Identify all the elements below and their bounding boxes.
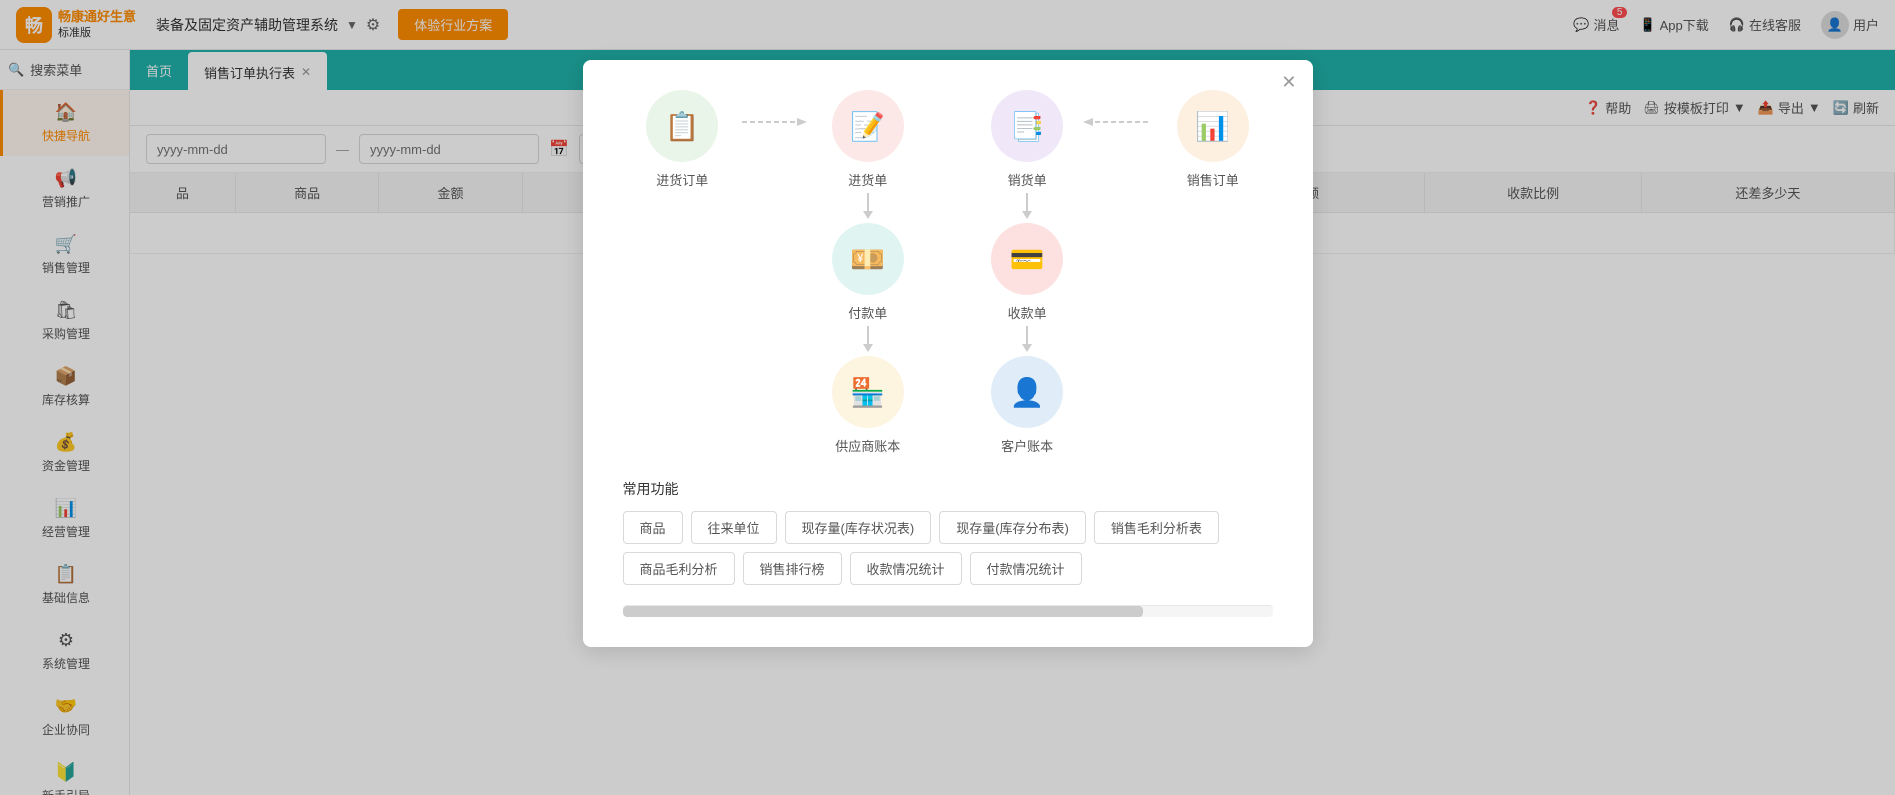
cf-btn-receipt-stats[interactable]: 收款情况统计 bbox=[850, 552, 962, 585]
cf-btn-partner[interactable]: 往来单位 bbox=[691, 511, 777, 544]
cf-title: 常用功能 bbox=[623, 479, 1273, 499]
dashed-arrow-0-1 bbox=[742, 112, 812, 132]
arrow-h-0-1 bbox=[742, 112, 812, 132]
collection-node[interactable]: 💳 bbox=[991, 223, 1063, 295]
cf-btn-product-profit[interactable]: 商品毛利分析 bbox=[623, 552, 735, 585]
purchase-bill-node[interactable]: 📝 bbox=[832, 90, 904, 162]
flow-diagram: 📋 进货订单 bbox=[623, 90, 1273, 455]
flow-col-3: 📊 销售订单 bbox=[1153, 90, 1273, 189]
supplier-ledger-icon: 🏪 bbox=[850, 376, 885, 409]
sales-order-node[interactable]: 📊 bbox=[1177, 90, 1249, 162]
cf-btn-stock-status[interactable]: 现存量(库存状况表) bbox=[785, 511, 932, 544]
payment-label: 付款单 bbox=[848, 303, 887, 322]
modal-scrollbar[interactable] bbox=[623, 605, 1273, 617]
modal-overlay[interactable]: ✕ 📋 进货订单 bbox=[0, 0, 1895, 795]
arrow-v-2b bbox=[1022, 326, 1032, 352]
quick-nav-modal: ✕ 📋 进货订单 bbox=[583, 60, 1313, 647]
arrow-v-2 bbox=[1022, 193, 1032, 219]
common-functions: 常用功能 商品 往来单位 现存量(库存状况表) 现存量(库存分布表) 销售毛利分… bbox=[623, 479, 1273, 585]
sales-bill-label: 销货单 bbox=[1008, 170, 1047, 189]
purchase-order-icon: 📋 bbox=[665, 110, 700, 143]
flow-col-2: 📑 销货单 💳 收款单 bbox=[971, 90, 1083, 455]
cf-btn-payment-stats[interactable]: 付款情况统计 bbox=[970, 552, 1082, 585]
customer-ledger-label: 客户账本 bbox=[1001, 436, 1053, 455]
cf-btn-stock-dist[interactable]: 现存量(库存分布表) bbox=[939, 511, 1086, 544]
flow-col-0: 📋 进货订单 bbox=[623, 90, 743, 403]
sales-order-icon: 📊 bbox=[1195, 110, 1230, 143]
arrow-v-1b bbox=[863, 326, 873, 352]
purchase-bill-icon: 📝 bbox=[850, 110, 885, 143]
supplier-ledger-label: 供应商账本 bbox=[835, 436, 900, 455]
sales-order-label: 销售订单 bbox=[1187, 170, 1239, 189]
cf-btn-product[interactable]: 商品 bbox=[623, 511, 683, 544]
supplier-ledger-node[interactable]: 🏪 bbox=[832, 356, 904, 428]
purchase-order-label: 进货订单 bbox=[656, 170, 708, 189]
dashed-arrow-3-2 bbox=[1083, 112, 1153, 132]
cf-btn-sales-rank[interactable]: 销售排行榜 bbox=[743, 552, 842, 585]
purchase-order-node[interactable]: 📋 bbox=[646, 90, 718, 162]
sales-bill-node[interactable]: 📑 bbox=[991, 90, 1063, 162]
customer-ledger-icon: 👤 bbox=[1010, 376, 1045, 409]
payment-node[interactable]: 💴 bbox=[832, 223, 904, 295]
sales-bill-icon: 📑 bbox=[1010, 110, 1045, 143]
flow-col-1: 📝 进货单 💴 付款单 bbox=[812, 90, 924, 455]
cf-buttons: 商品 往来单位 现存量(库存状况表) 现存量(库存分布表) 销售毛利分析表 商品… bbox=[623, 511, 1273, 585]
modal-scroll-thumb bbox=[623, 606, 1143, 617]
modal-close-btn[interactable]: ✕ bbox=[1281, 72, 1296, 93]
purchase-bill-label: 进货单 bbox=[848, 170, 887, 189]
arrow-v-1 bbox=[863, 193, 873, 219]
collection-icon: 💳 bbox=[1010, 243, 1045, 276]
payment-icon: 💴 bbox=[850, 243, 885, 276]
arrow-h-3-2 bbox=[1083, 112, 1153, 132]
cf-btn-sales-profit[interactable]: 销售毛利分析表 bbox=[1094, 511, 1219, 544]
customer-ledger-node[interactable]: 👤 bbox=[991, 356, 1063, 428]
collection-label: 收款单 bbox=[1008, 303, 1047, 322]
